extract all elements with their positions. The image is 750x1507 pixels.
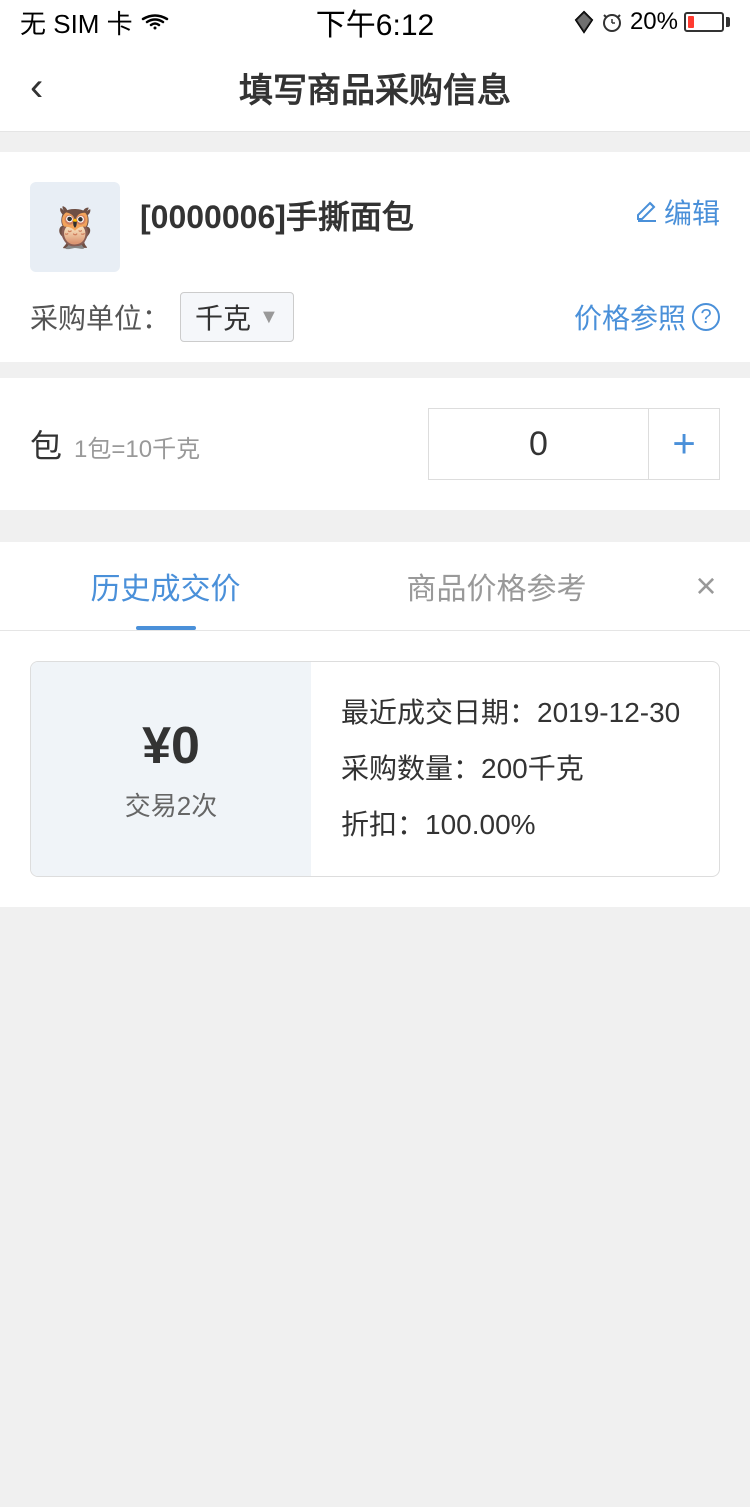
main-content <box>0 907 750 1507</box>
product-name: [0000006]手撕面包 <box>140 182 414 238</box>
history-date-label: 最近成交日期： <box>341 697 537 728</box>
tab-close-button[interactable]: × <box>662 542 750 630</box>
history-detail-block: 最近成交日期：2019-12-30 采购数量：200千克 折扣：100.00% <box>311 662 719 876</box>
history-date-row: 最近成交日期：2019-12-30 <box>341 692 689 734</box>
history-date-value: 2019-12-30 <box>537 697 680 728</box>
back-button[interactable]: ‹ <box>30 55 53 120</box>
history-quantity-value: 200千克 <box>481 753 584 784</box>
product-thumbnail: 🦉 <box>30 182 120 272</box>
edit-label: 编辑 <box>664 192 720 232</box>
alarm-icon <box>600 10 624 34</box>
quantity-conversion: 1包=10千克 <box>74 429 200 464</box>
product-card: 🦉 [0000006]手撕面包 编辑 采购单位： 千克 ▼ 价格参照 ? <box>0 152 750 362</box>
history-price-block: ¥0 交易2次 <box>31 662 311 876</box>
tab-price-ref-label: 商品价格参考 <box>407 564 587 608</box>
product-logo-icon: 🦉 <box>50 204 100 251</box>
unit-value: 千克 <box>195 297 251 337</box>
status-time: 下午6:12 <box>316 0 434 44</box>
history-card: ¥0 交易2次 最近成交日期：2019-12-30 采购数量：200千克 折扣：… <box>30 661 720 877</box>
history-quantity-row: 采购数量：200千克 <box>341 748 689 790</box>
quantity-unit: 包 <box>30 421 62 467</box>
product-left: 🦉 [0000006]手撕面包 <box>30 182 414 272</box>
unit-select[interactable]: 千克 ▼ <box>180 292 294 342</box>
wifi-icon <box>141 12 169 32</box>
nav-bar: ‹ 填写商品采购信息 <box>0 44 750 132</box>
section-divider-2 <box>0 510 750 526</box>
edit-button[interactable]: 编辑 <box>634 182 720 232</box>
quantity-input[interactable] <box>428 408 648 480</box>
product-header: 🦉 [0000006]手撕面包 编辑 <box>30 182 720 272</box>
tab-bar: 历史成交价 商品价格参考 × <box>0 542 750 631</box>
history-section: ¥0 交易2次 最近成交日期：2019-12-30 采购数量：200千克 折扣：… <box>0 631 750 907</box>
history-discount-value: 100.00% <box>425 809 536 840</box>
history-discount-label: 折扣： <box>341 809 425 840</box>
price-reference-button[interactable]: 价格参照 ? <box>574 297 720 337</box>
edit-icon <box>634 199 660 225</box>
tab-history-price[interactable]: 历史成交价 <box>0 542 331 630</box>
quantity-input-group: + <box>428 408 720 480</box>
quantity-label: 包 1包=10千克 <box>30 421 200 467</box>
quantity-row: 包 1包=10千克 + <box>0 378 750 510</box>
status-bar: 无 SIM 卡 下午6:12 20% <box>0 0 750 44</box>
carrier-text: 无 SIM 卡 <box>20 4 133 41</box>
battery-icon <box>684 12 730 32</box>
unit-label: 采购单位： <box>30 297 170 337</box>
tab-price-reference[interactable]: 商品价格参考 <box>331 542 662 630</box>
location-icon <box>574 10 594 34</box>
price-ref-icon: ? <box>692 303 720 331</box>
quantity-plus-button[interactable]: + <box>648 408 720 480</box>
battery-text: 20% <box>630 8 678 36</box>
history-price: ¥0 <box>142 716 200 776</box>
status-right: 20% <box>574 8 730 36</box>
history-quantity-label: 采购数量： <box>341 753 481 784</box>
unit-dropdown-icon: ▼ <box>259 306 279 329</box>
page-title: 填写商品采购信息 <box>239 63 511 112</box>
price-ref-label: 价格参照 <box>574 297 686 337</box>
section-divider <box>0 362 750 378</box>
history-discount-row: 折扣：100.00% <box>341 804 689 846</box>
status-left: 无 SIM 卡 <box>20 4 169 41</box>
tab-active-indicator <box>136 626 196 630</box>
history-trades: 交易2次 <box>125 786 217 823</box>
tab-history-label: 历史成交价 <box>91 564 241 608</box>
product-unit-row: 采购单位： 千克 ▼ 价格参照 ? <box>30 292 720 342</box>
